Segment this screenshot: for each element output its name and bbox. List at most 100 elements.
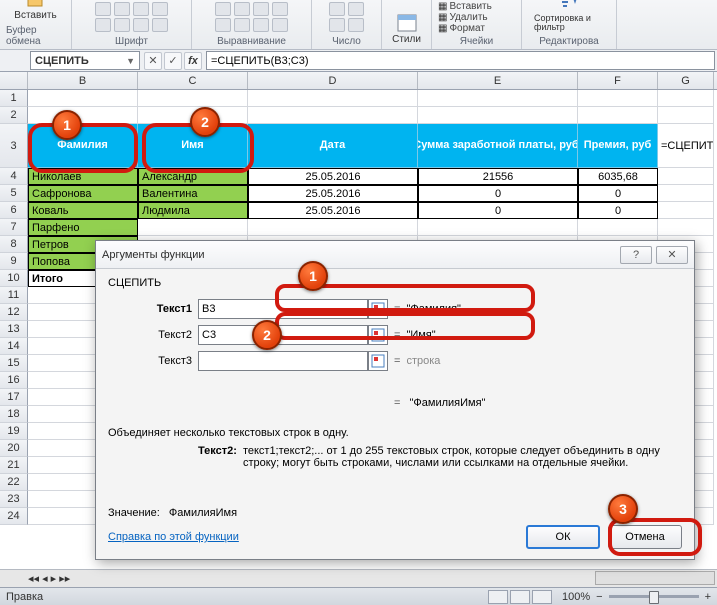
row-header[interactable]: 8	[0, 236, 28, 253]
row-header[interactable]: 17	[0, 389, 28, 406]
select-all-corner[interactable]	[0, 72, 28, 89]
column-headers[interactable]: B C D E F G	[0, 72, 717, 90]
name-box[interactable]: СЦЕПИТЬ ▼	[30, 51, 140, 70]
help-link[interactable]: Справка по этой функции	[108, 531, 239, 543]
group-align-label: Выравнивание	[217, 36, 286, 47]
cells-insert-label[interactable]: Вставить	[449, 1, 491, 12]
table-cell[interactable]: 0	[418, 202, 578, 219]
row-header[interactable]: 20	[0, 440, 28, 457]
row-header[interactable]: 4	[0, 168, 28, 185]
row-header[interactable]: 22	[0, 474, 28, 491]
col-header-d[interactable]: D	[248, 72, 418, 89]
row-header[interactable]: 16	[0, 372, 28, 389]
arg-label: Текст1	[108, 303, 198, 315]
range-select-button[interactable]	[368, 325, 388, 345]
table-cell[interactable]: Николаев	[28, 168, 138, 185]
arg-row-1: Текст1 = "Фамилия"	[108, 297, 682, 321]
header-cell-summa[interactable]: Сумма заработной платы, руб.	[418, 124, 578, 168]
zoom-in-button[interactable]: +	[705, 591, 711, 603]
row-header[interactable]: 18	[0, 406, 28, 423]
arg-input-3[interactable]	[198, 351, 368, 371]
range-select-button[interactable]	[368, 299, 388, 319]
header-cell-premia[interactable]: Премия, руб	[578, 124, 658, 168]
sort-filter-button[interactable]: Сортировка и фильтр	[528, 0, 610, 34]
row-header[interactable]: 21	[0, 457, 28, 474]
ribbon: Вставить Буфер обмена Шрифт Выравнивание…	[0, 0, 717, 50]
table-cell[interactable]: 25.05.2016	[248, 185, 418, 202]
table-cell[interactable]: 0	[418, 185, 578, 202]
row-header[interactable]: 2	[0, 107, 28, 124]
zoom-out-button[interactable]: −	[596, 591, 602, 603]
arg-help-name: Текст2:	[198, 445, 237, 469]
col-header-c[interactable]: C	[138, 72, 248, 89]
row-header[interactable]: 1	[0, 90, 28, 107]
table-cell[interactable]: Людмила	[138, 202, 248, 219]
col-header-e[interactable]: E	[418, 72, 578, 89]
arg-preview: "Фамилия"	[406, 303, 461, 315]
table-cell[interactable]: Валентина	[138, 185, 248, 202]
row-header[interactable]: 10	[0, 270, 28, 287]
row-header[interactable]: 24	[0, 508, 28, 525]
row-header[interactable]: 12	[0, 304, 28, 321]
close-button[interactable]: ✕	[656, 246, 688, 264]
view-normal-button[interactable]	[488, 590, 508, 604]
table-cell[interactable]: 0	[578, 185, 658, 202]
header-cell-data[interactable]: Дата	[248, 124, 418, 168]
chevron-down-icon[interactable]: ▼	[126, 56, 135, 66]
col-header-g[interactable]: G	[658, 72, 714, 89]
cells-format-label[interactable]: Формат	[449, 23, 485, 34]
col-header-b[interactable]: B	[28, 72, 138, 89]
help-button[interactable]: ?	[620, 246, 652, 264]
arg-label: Текст2	[108, 329, 198, 341]
table-cell[interactable]: 6035,68	[578, 168, 658, 185]
group-editing-label: Редактирова	[539, 36, 599, 47]
arg-row-3: Текст3 = строка	[108, 349, 682, 373]
cells-delete-label[interactable]: Удалить	[449, 12, 487, 23]
paste-button[interactable]: Вставить	[8, 0, 62, 23]
table-cell[interactable]: Александр	[138, 168, 248, 185]
cancel-formula-button[interactable]: ✕	[144, 52, 162, 70]
formula-input[interactable]: =СЦЕПИТЬ(B3;C3)	[206, 51, 715, 70]
row-header[interactable]: 6	[0, 202, 28, 219]
row-header[interactable]: 7	[0, 219, 28, 236]
row-header[interactable]: 14	[0, 338, 28, 355]
range-select-button[interactable]	[368, 351, 388, 371]
col-header-f[interactable]: F	[578, 72, 658, 89]
ok-button[interactable]: ОК	[526, 525, 600, 549]
zoom-level[interactable]: 100%	[562, 591, 590, 603]
table-cell[interactable]: 0	[578, 202, 658, 219]
row-header[interactable]: 3	[0, 124, 28, 168]
view-break-button[interactable]	[532, 590, 552, 604]
function-arguments-dialog: Аргументы функции ? ✕ СЦЕПИТЬ Текст1 = "…	[95, 240, 695, 560]
row-header[interactable]: 15	[0, 355, 28, 372]
status-mode: Правка	[6, 591, 43, 603]
table-cell[interactable]: Коваль	[28, 202, 138, 219]
table-cell[interactable]: Сафронова	[28, 185, 138, 202]
row-header[interactable]: 5	[0, 185, 28, 202]
header-cell-familia[interactable]: Фамилия	[28, 124, 138, 168]
value-label: Значение:	[108, 507, 160, 519]
tab-nav-icon[interactable]: ◂◂ ◂ ▸ ▸▸	[28, 572, 70, 585]
cancel-button[interactable]: Отмена	[608, 525, 682, 549]
row-header[interactable]: 23	[0, 491, 28, 508]
header-cell-imya[interactable]: Имя	[138, 124, 248, 168]
active-cell[interactable]: =СЦЕПИТ	[658, 124, 714, 168]
row-header[interactable]: 9	[0, 253, 28, 270]
table-cell[interactable]: 25.05.2016	[248, 202, 418, 219]
row-header[interactable]: 13	[0, 321, 28, 338]
table-cell[interactable]: 21556	[418, 168, 578, 185]
arg-input-2[interactable]	[198, 325, 368, 345]
insert-function-button[interactable]: fx	[184, 52, 202, 70]
table-cell[interactable]: Парфено	[28, 219, 138, 236]
dialog-titlebar[interactable]: Аргументы функции ? ✕	[96, 241, 694, 269]
formula-bar: СЦЕПИТЬ ▼ ✕ ✓ fx =СЦЕПИТЬ(B3;C3)	[0, 50, 717, 72]
horizontal-scrollbar[interactable]	[595, 571, 715, 585]
arg-input-1[interactable]	[198, 299, 368, 319]
table-cell[interactable]: 25.05.2016	[248, 168, 418, 185]
row-header[interactable]: 11	[0, 287, 28, 304]
styles-button[interactable]: Стили	[386, 12, 427, 47]
row-header[interactable]: 19	[0, 423, 28, 440]
accept-formula-button[interactable]: ✓	[164, 52, 182, 70]
view-layout-button[interactable]	[510, 590, 530, 604]
zoom-slider[interactable]	[609, 595, 699, 598]
